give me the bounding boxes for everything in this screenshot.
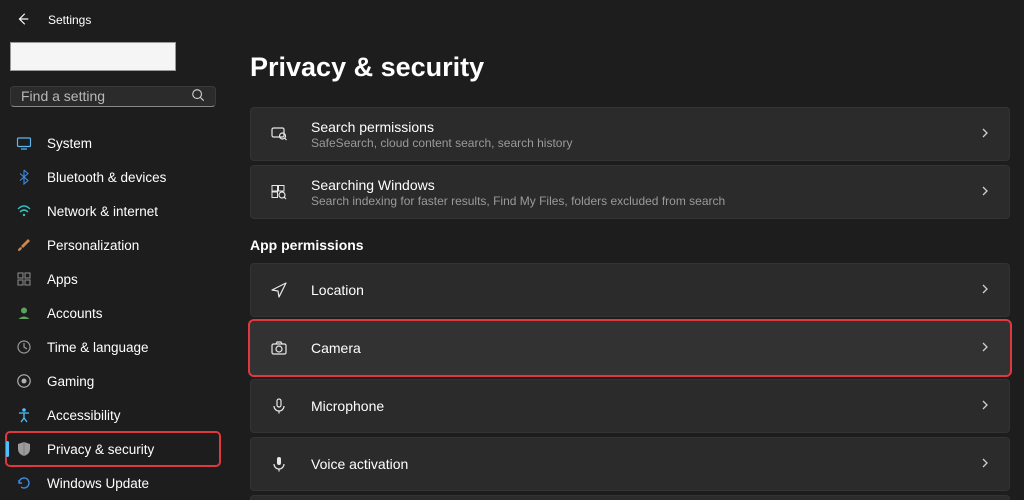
wifi-icon: [16, 203, 32, 219]
card-title: Searching Windows: [311, 177, 957, 193]
sidebar-item-label: System: [47, 136, 92, 151]
gaming-icon: [16, 373, 32, 389]
sidebar-item-label: Windows Update: [47, 476, 149, 491]
sidebar-item-time-language[interactable]: Time & language: [6, 330, 220, 364]
sidebar-item-label: Privacy & security: [47, 442, 154, 457]
permission-card-voice-activation[interactable]: Voice activation: [250, 437, 1010, 491]
bluetooth-icon: [16, 169, 32, 185]
header-title: Settings: [48, 13, 91, 27]
sidebar-item-network-internet[interactable]: Network & internet: [6, 194, 220, 228]
search-input[interactable]: [21, 88, 191, 104]
sidebar-item-accounts[interactable]: Accounts: [6, 296, 220, 330]
card-title: Search permissions: [311, 119, 957, 135]
content-area: Privacy & security Search permissionsSaf…: [226, 40, 1024, 500]
account-icon: [16, 305, 32, 321]
section-heading: App permissions: [250, 237, 1010, 253]
update-icon: [16, 475, 32, 491]
card-subtitle: SafeSearch, cloud content search, search…: [311, 136, 957, 150]
chevron-right-icon: [979, 126, 991, 142]
accessibility-icon: [16, 407, 32, 423]
sidebar-item-label: Time & language: [47, 340, 149, 355]
permission-card-camera[interactable]: Camera: [250, 321, 1010, 375]
sidebar: System Bluetooth & devices Network & inter…: [0, 40, 226, 500]
clock-icon: [16, 339, 32, 355]
card-title: Voice activation: [311, 456, 957, 472]
header-bar: Settings: [0, 0, 1024, 40]
card-title: Camera: [311, 340, 957, 356]
account-avatar-block[interactable]: [10, 42, 176, 71]
system-icon: [16, 135, 32, 151]
search-box[interactable]: [10, 86, 216, 107]
sidebar-item-personalization[interactable]: Personalization: [6, 228, 220, 262]
permission-card-notifications[interactable]: Notifications: [250, 495, 1010, 500]
sidebar-item-label: Network & internet: [47, 204, 158, 219]
sidebar-item-apps[interactable]: Apps: [6, 262, 220, 296]
chevron-right-icon: [979, 282, 991, 298]
page-title: Privacy & security: [250, 52, 1010, 83]
shield-icon: [16, 441, 32, 457]
sidebar-item-system[interactable]: System: [6, 126, 220, 160]
permission-card-location[interactable]: Location: [250, 263, 1010, 317]
location-icon: [269, 281, 289, 299]
sidebar-item-bluetooth-devices[interactable]: Bluetooth & devices: [6, 160, 220, 194]
search-perm-icon: [269, 125, 289, 143]
settings-card-searching-windows[interactable]: Searching WindowsSearch indexing for fas…: [250, 165, 1010, 219]
sidebar-item-label: Personalization: [47, 238, 139, 253]
permission-card-microphone[interactable]: Microphone: [250, 379, 1010, 433]
apps-icon: [16, 271, 32, 287]
card-subtitle: Search indexing for faster results, Find…: [311, 194, 957, 208]
chevron-right-icon: [979, 398, 991, 414]
brush-icon: [16, 237, 32, 253]
sidebar-item-privacy-security[interactable]: Privacy & security: [6, 432, 220, 466]
sidebar-item-accessibility[interactable]: Accessibility: [6, 398, 220, 432]
sidebar-item-label: Gaming: [47, 374, 94, 389]
sidebar-item-windows-update[interactable]: Windows Update: [6, 466, 220, 500]
sidebar-item-label: Accounts: [47, 306, 103, 321]
sidebar-item-gaming[interactable]: Gaming: [6, 364, 220, 398]
chevron-right-icon: [979, 184, 991, 200]
voice-icon: [269, 455, 289, 473]
chevron-right-icon: [979, 340, 991, 356]
settings-card-search-permissions[interactable]: Search permissionsSafeSearch, cloud cont…: [250, 107, 1010, 161]
sidebar-item-label: Apps: [47, 272, 78, 287]
sidebar-item-label: Bluetooth & devices: [47, 170, 166, 185]
card-title: Location: [311, 282, 957, 298]
card-title: Microphone: [311, 398, 957, 414]
back-icon[interactable]: [16, 12, 30, 29]
sidebar-item-label: Accessibility: [47, 408, 121, 423]
chevron-right-icon: [979, 456, 991, 472]
search-win-icon: [269, 183, 289, 201]
camera-icon: [269, 339, 289, 357]
microphone-icon: [269, 397, 289, 415]
search-icon[interactable]: [191, 88, 205, 105]
